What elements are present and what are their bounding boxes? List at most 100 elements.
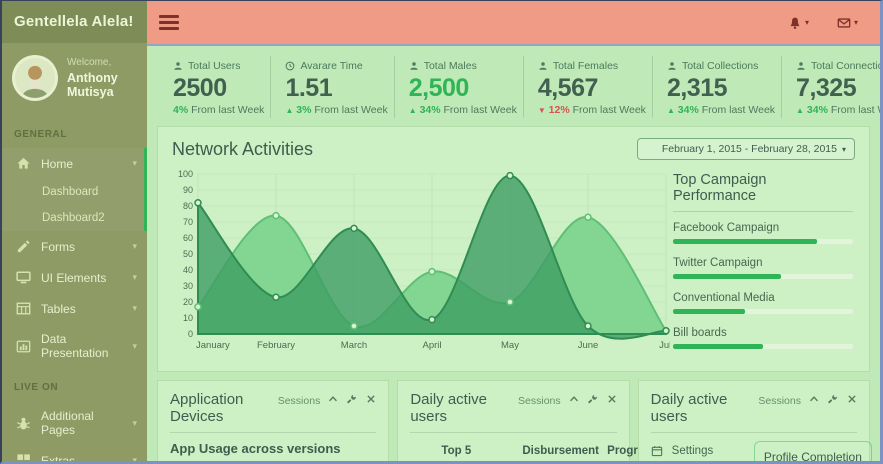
- sidebar: Gentellela Alela! Welcome, Anthony Mutis…: [2, 1, 147, 461]
- stat-change-pct: 34%: [419, 104, 441, 116]
- stat-label: Total Females: [538, 60, 646, 72]
- svg-text:January: January: [196, 340, 230, 351]
- date-range-button[interactable]: February 1, 2015 - February 28, 2015 ▾: [636, 138, 855, 160]
- stats-row: Total Users 2500 4% From last Week Avarare …: [157, 52, 880, 126]
- stat-tile-total-males: Total Males 2,500 ▲ 34% From last Week: [393, 56, 523, 118]
- campaign-progress-fill: [673, 309, 745, 314]
- caret-up-icon: ▲: [408, 106, 417, 115]
- panel-title: Daily active users: [410, 391, 488, 425]
- campaign-performance-block: Top Campaign Performance Facebook Campai…: [671, 168, 857, 363]
- navbar-bell-menu[interactable]: ▾: [788, 16, 809, 30]
- app-usage-title: App Usage across versions: [170, 441, 341, 456]
- bar-chart-icon: [16, 339, 31, 354]
- data-point: [350, 224, 358, 233]
- sidebar-item-forms[interactable]: Forms ▾: [2, 231, 147, 262]
- avatar[interactable]: [12, 55, 58, 101]
- campaign-row-facebook-campaign: Facebook Campaign: [673, 222, 853, 244]
- stat-label-text: Avarare Time: [300, 60, 363, 72]
- welcome-label: Welcome,: [67, 57, 112, 68]
- home-icon: [16, 156, 31, 171]
- svg-text:40: 40: [183, 265, 193, 275]
- sidebar-item-additional-pages[interactable]: Additional Pages ▾: [2, 401, 147, 445]
- caret-up-icon: ▲: [285, 106, 294, 115]
- menu-section-header: LIVE ON: [14, 382, 59, 393]
- stat-label: Total Collections: [667, 60, 775, 72]
- profile-completion-box: Profile Completion: [753, 441, 872, 461]
- chevron-down-icon: ▾: [804, 18, 809, 27]
- menu-toggle-icon[interactable]: [159, 12, 179, 34]
- chevron-up-icon[interactable]: [328, 394, 338, 404]
- svg-text:June: June: [578, 340, 599, 351]
- stat-label: Total Males: [409, 60, 517, 72]
- campaign-label: Facebook Campaign: [673, 222, 780, 234]
- wrench-icon[interactable]: [587, 394, 598, 404]
- quick-item-settings[interactable]: Settings: [651, 445, 744, 457]
- panel-subtitle[interactable]: Sessions: [758, 395, 801, 407]
- close-icon[interactable]: [607, 394, 617, 404]
- sidebar-item-label: Forms: [41, 239, 75, 254]
- panel-subtitle[interactable]: Sessions: [518, 395, 561, 407]
- sidebar-item-label: Data Presentation: [41, 332, 109, 360]
- stat-change: ▲ 3% From last Week: [285, 104, 388, 116]
- profile-completion-title: Profile Completion: [763, 450, 862, 461]
- campaign-row-conventional-media: Conventional Media: [673, 292, 853, 314]
- close-icon[interactable]: [366, 394, 376, 404]
- svg-text:February: February: [257, 340, 295, 351]
- stat-label: Total Users: [173, 60, 264, 72]
- sidebar-subitem-dashboard[interactable]: Dashboard: [2, 179, 147, 205]
- wrench-icon[interactable]: [347, 394, 357, 404]
- navbar-actions: ▾ ▾: [788, 16, 858, 30]
- panel-tools: [328, 394, 376, 404]
- dashboard-page: Gentellela Alela! Welcome, Anthony Mutis…: [0, 0, 883, 464]
- navbar-envelope-menu[interactable]: ▾: [837, 16, 858, 30]
- top-navbar: ▾ ▾: [147, 1, 880, 46]
- stat-value: 2500: [173, 74, 227, 102]
- windows-icon: [16, 453, 31, 461]
- chevron-up-icon[interactable]: [569, 394, 579, 404]
- sidebar-item-tables[interactable]: Tables ▾: [2, 293, 147, 324]
- panel-subtitle[interactable]: Sessions: [278, 395, 321, 407]
- sidebar-item-label: Home: [41, 156, 74, 171]
- table-icon: [16, 301, 31, 316]
- campaign-row-twitter-campaign: Twitter Campaign: [673, 257, 853, 279]
- campaign-progress-track: [673, 239, 853, 244]
- user-icon: [796, 61, 806, 71]
- stat-value: 4,567: [537, 74, 599, 102]
- sidebar-item-ui-elements[interactable]: UI Elements ▾: [2, 262, 147, 293]
- sidebar-item-home[interactable]: Home ▾: [2, 148, 147, 179]
- quick-settings-list: SettingsSubscriptionAuto RenewalAchievem…: [651, 441, 744, 461]
- caret-up-icon: ▲: [666, 106, 675, 115]
- sidebar-item-data-presentation[interactable]: Data Presentation ▾: [2, 324, 147, 368]
- svg-text:0: 0: [188, 329, 193, 339]
- data-point: [194, 303, 202, 311]
- stat-label-text: Total Females: [552, 60, 619, 72]
- network-activities-panel: Network Activities February 1, 2015 - Fe…: [157, 126, 870, 372]
- chevron-up-icon[interactable]: [809, 394, 819, 404]
- chevron-down-icon: ▾: [132, 340, 137, 351]
- bug-icon: [16, 416, 31, 431]
- campaign-progress-track: [673, 309, 853, 314]
- stat-label-text: Total Connections: [811, 60, 880, 72]
- chevron-down-icon: ▾: [132, 272, 137, 282]
- stat-change-pct: 12%: [548, 104, 570, 116]
- campaign-progress-track: [673, 274, 853, 279]
- quick-item-label: Settings: [671, 445, 714, 457]
- app-title[interactable]: Gentellela Alela!: [2, 1, 147, 43]
- stat-tile-total-females: Total Females 4,567 ▼ 12% From last Week: [522, 56, 652, 118]
- close-icon[interactable]: [847, 394, 857, 404]
- stat-change: 4% From last Week: [173, 104, 265, 116]
- chevron-down-icon: ▾: [132, 158, 137, 168]
- wrench-icon[interactable]: [828, 394, 838, 404]
- panel-title: Application Devices: [170, 391, 244, 425]
- clock-icon: [285, 61, 295, 71]
- svg-text:100: 100: [178, 169, 193, 179]
- campaign-progress-fill: [673, 239, 817, 244]
- stat-value: 2,500: [408, 74, 470, 102]
- stat-label: Total Connections: [796, 60, 880, 72]
- sidebar-subitem-dashboard2[interactable]: Dashboard2: [2, 205, 147, 231]
- sidebar-item-extras[interactable]: Extras ▾: [2, 445, 147, 464]
- caret-down-icon: ▼: [537, 106, 546, 115]
- sidebar-item-label: Extras: [41, 453, 76, 464]
- stat-change-pct: 4%: [173, 104, 189, 116]
- svg-text:May: May: [501, 340, 519, 351]
